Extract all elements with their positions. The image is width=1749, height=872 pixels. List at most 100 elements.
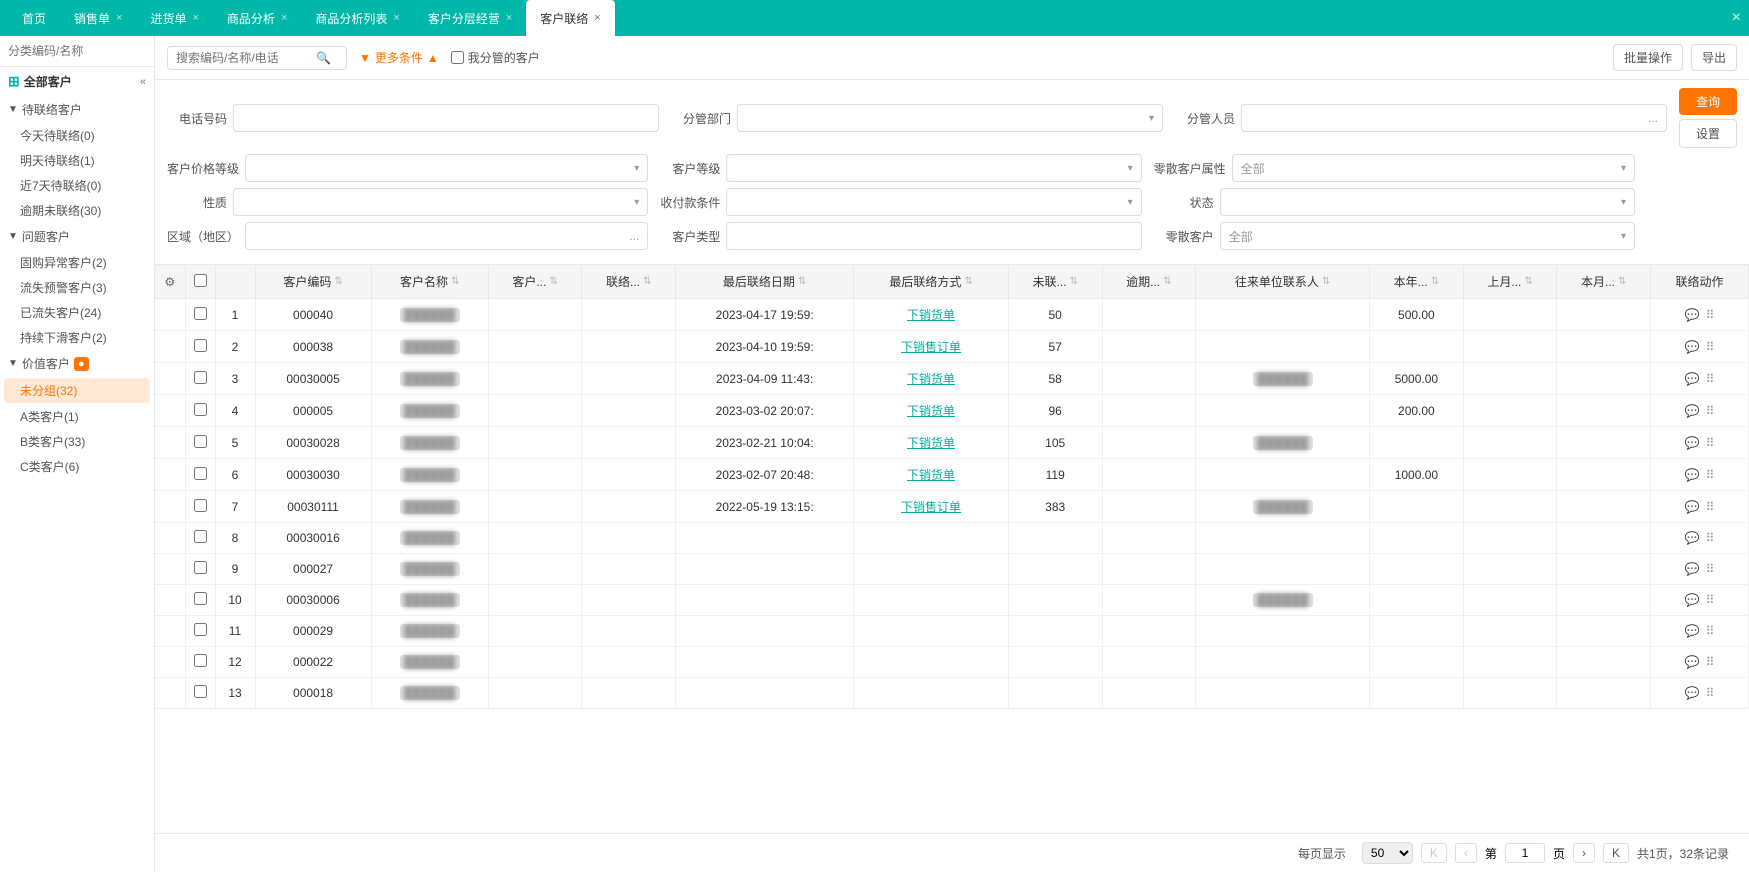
cell-check[interactable] xyxy=(185,427,215,459)
person-input[interactable]: ... xyxy=(1241,104,1667,132)
cell-check[interactable] xyxy=(185,491,215,523)
more-icon[interactable]: ⠿ xyxy=(1706,468,1715,482)
row-check[interactable] xyxy=(194,307,207,320)
prev-page-button[interactable]: ‹ xyxy=(1455,843,1477,863)
cell-check[interactable] xyxy=(185,395,215,427)
sidebar-item-tomorrow[interactable]: 明天待联络(1) xyxy=(0,148,154,173)
message-icon[interactable]: 💬 xyxy=(1685,436,1700,450)
nav-home[interactable]: 首页 xyxy=(8,0,60,36)
sidebar-item-unclassified[interactable]: 未分组(32) xyxy=(4,378,150,403)
cell-check[interactable] xyxy=(185,616,215,647)
page-size-select[interactable]: 50 100 200 xyxy=(1362,842,1413,864)
my-customers-check[interactable] xyxy=(451,51,464,64)
price-level-select[interactable]: ▾ xyxy=(245,154,648,182)
row-check[interactable] xyxy=(194,371,207,384)
more-icon[interactable]: ⠿ xyxy=(1706,500,1715,514)
reset-button[interactable]: 设置 xyxy=(1679,119,1737,148)
sidebar-item-churn-risk[interactable]: 流失预警客户(3) xyxy=(0,275,154,300)
cell-last-method[interactable]: 下销货单 xyxy=(854,459,1009,491)
nature-select[interactable]: ▾ xyxy=(233,188,648,216)
first-page-button[interactable]: K xyxy=(1421,843,1447,863)
th-check[interactable] xyxy=(185,265,215,299)
th-last-date[interactable]: 最后联络日期⇅ xyxy=(676,265,854,299)
th-last-month[interactable]: 上月...⇅ xyxy=(1463,265,1557,299)
cell-check[interactable] xyxy=(185,678,215,709)
nav-customer-contact[interactable]: 客户联络 × xyxy=(526,0,614,36)
cell-check[interactable] xyxy=(185,647,215,678)
my-customers-checkbox[interactable]: 我分管的客户 xyxy=(451,49,540,66)
cell-last-method[interactable]: 下销货单 xyxy=(854,395,1009,427)
cell-last-method[interactable] xyxy=(854,554,1009,585)
th-this-month[interactable]: 本月...⇅ xyxy=(1557,265,1651,299)
more-icon[interactable]: ⠿ xyxy=(1706,340,1715,354)
payment-select[interactable]: ▾ xyxy=(726,188,1141,216)
message-icon[interactable]: 💬 xyxy=(1685,624,1700,638)
phone-input[interactable] xyxy=(233,104,659,132)
cell-last-method[interactable] xyxy=(854,616,1009,647)
sidebar-item-group-c[interactable]: C类客户(6) xyxy=(0,454,154,479)
cell-check[interactable] xyxy=(185,331,215,363)
message-icon[interactable]: 💬 xyxy=(1685,562,1700,576)
row-check[interactable] xyxy=(194,435,207,448)
more-icon[interactable]: ⠿ xyxy=(1706,531,1715,545)
th-liaison[interactable]: 往来单位联系人⇅ xyxy=(1196,265,1370,299)
dept-select[interactable]: ▾ xyxy=(737,104,1163,132)
message-icon[interactable]: 💬 xyxy=(1685,686,1700,700)
more-icon[interactable]: ⠿ xyxy=(1706,655,1715,669)
nav-product-analysis-list[interactable]: 商品分析列表 × xyxy=(301,0,413,36)
row-check[interactable] xyxy=(194,530,207,543)
cell-check[interactable] xyxy=(185,523,215,554)
nav-product-analysis-close[interactable]: × xyxy=(281,12,287,24)
message-icon[interactable]: 💬 xyxy=(1685,340,1700,354)
sidebar-item-overdue[interactable]: 逾期未联络(30) xyxy=(0,198,154,223)
batch-ops-button[interactable]: 批量操作 xyxy=(1613,44,1683,71)
retail-attr-select[interactable]: 全部▾ xyxy=(1232,154,1635,182)
customer-type-input[interactable] xyxy=(726,222,1141,250)
message-icon[interactable]: 💬 xyxy=(1685,593,1700,607)
problem-customers-group[interactable]: ▼ 问题客户 xyxy=(0,223,154,250)
value-customers-group[interactable]: ▼ 价值客户 ● xyxy=(0,350,154,377)
nav-product-analysis[interactable]: 商品分析 × xyxy=(213,0,301,36)
pending-contact-group[interactable]: ▼ 待联络客户 xyxy=(0,96,154,123)
cell-last-method[interactable]: 下销售订单 xyxy=(854,491,1009,523)
cell-last-method[interactable]: 下销货单 xyxy=(854,299,1009,331)
more-icon[interactable]: ⠿ xyxy=(1706,624,1715,638)
th-name[interactable]: 客户名称⇅ xyxy=(371,265,488,299)
more-icon[interactable]: ⠿ xyxy=(1706,436,1715,450)
th-gear[interactable]: ⚙ xyxy=(155,265,185,299)
customer-level-select[interactable]: ▾ xyxy=(726,154,1141,182)
sidebar-item-declining[interactable]: 持续下滑客户(2) xyxy=(0,325,154,350)
more-icon[interactable]: ⠿ xyxy=(1706,593,1715,607)
sidebar-item-group-a[interactable]: A类客户(1) xyxy=(0,404,154,429)
all-customers-item[interactable]: ⊞ 全部客户 « xyxy=(0,67,154,96)
search-icon[interactable]: 🔍 xyxy=(316,51,331,65)
row-check[interactable] xyxy=(194,339,207,352)
row-check[interactable] xyxy=(194,685,207,698)
nav-customer-segment-close[interactable]: × xyxy=(506,12,512,24)
message-icon[interactable]: 💬 xyxy=(1685,372,1700,386)
sidebar-item-week[interactable]: 近7天待联络(0) xyxy=(0,173,154,198)
message-icon[interactable]: 💬 xyxy=(1685,404,1700,418)
cell-check[interactable] xyxy=(185,299,215,331)
cell-check[interactable] xyxy=(185,585,215,616)
th-last-method[interactable]: 最后联络方式⇅ xyxy=(854,265,1009,299)
cell-check[interactable] xyxy=(185,459,215,491)
cell-last-method[interactable] xyxy=(854,585,1009,616)
row-check[interactable] xyxy=(194,403,207,416)
collapse-icon[interactable]: « xyxy=(140,76,146,88)
more-icon[interactable]: ⠿ xyxy=(1706,308,1715,322)
message-icon[interactable]: 💬 xyxy=(1685,500,1700,514)
page-input[interactable] xyxy=(1505,843,1545,863)
row-check[interactable] xyxy=(194,467,207,480)
more-icon[interactable]: ⠿ xyxy=(1706,372,1715,386)
close-all-button[interactable]: × xyxy=(1732,9,1741,27)
more-filters-button[interactable]: ▼ 更多条件 ▲ xyxy=(359,49,439,66)
row-check[interactable] xyxy=(194,654,207,667)
cell-last-method[interactable]: 下销售订单 xyxy=(854,331,1009,363)
th-code[interactable]: 客户编码⇅ xyxy=(255,265,371,299)
cell-last-method[interactable] xyxy=(854,678,1009,709)
more-icon[interactable]: ⠿ xyxy=(1706,562,1715,576)
nav-sales-close[interactable]: × xyxy=(116,12,122,24)
retail-customer-select[interactable]: 全部▾ xyxy=(1220,222,1635,250)
sidebar-item-purchase-abnormal[interactable]: 固购异常客户(2) xyxy=(0,250,154,275)
